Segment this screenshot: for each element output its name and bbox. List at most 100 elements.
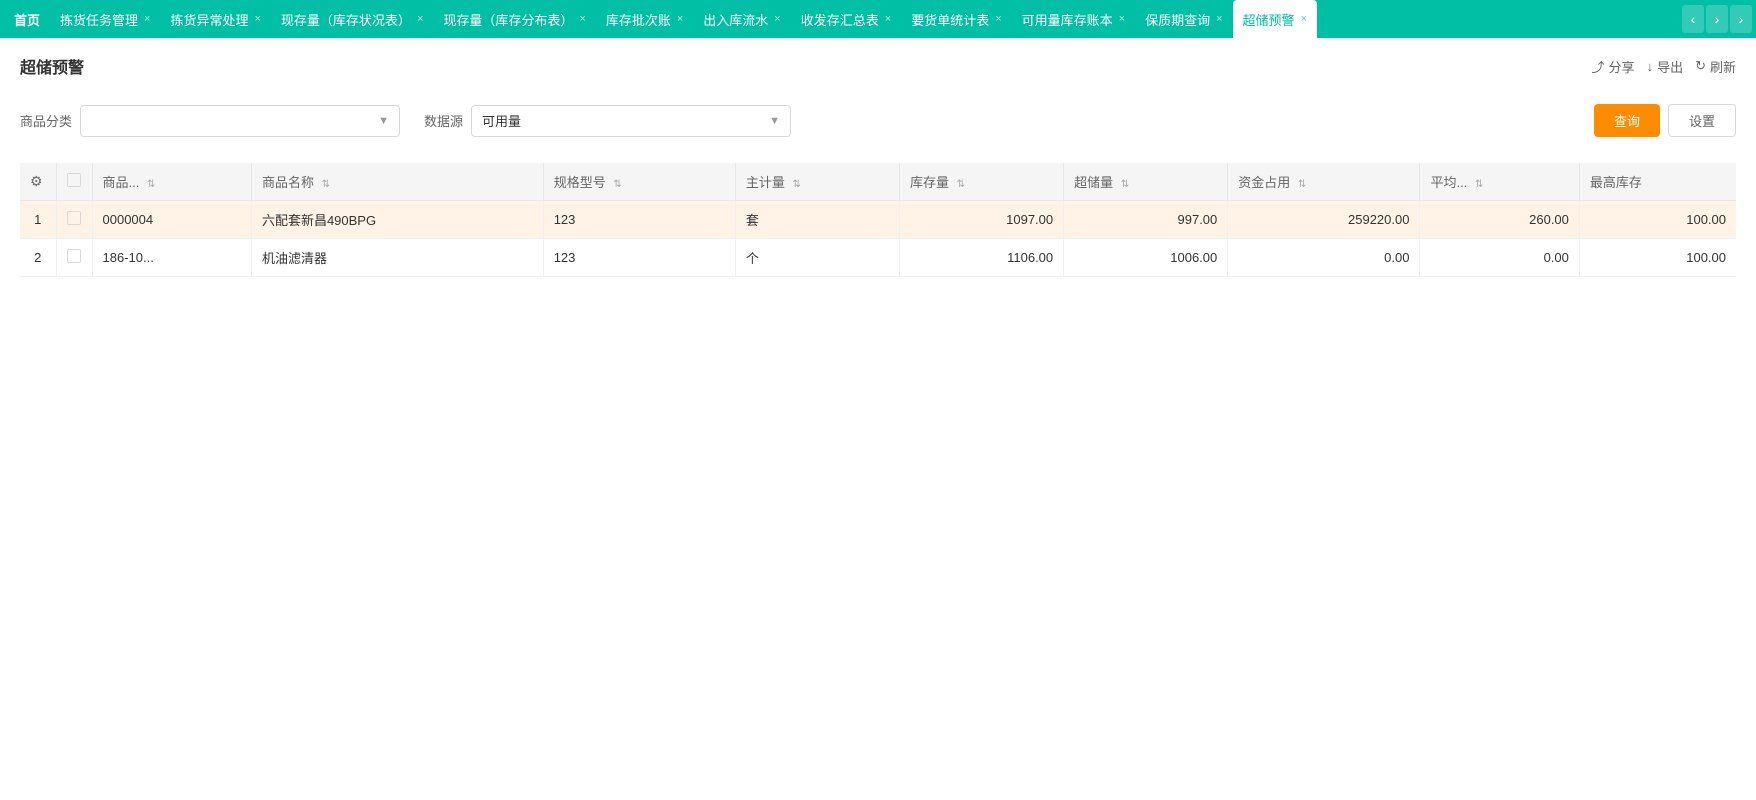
nav-tab-home[interactable]: 首页 <box>4 0 50 38</box>
th-stock[interactable]: 库存量 ⇅ <box>900 163 1064 201</box>
nav-more-arrow-btn[interactable]: › <box>1730 5 1752 33</box>
row-stock-0: 1097.00 <box>900 201 1064 239</box>
nav-tab-inout[interactable]: 出入库流水 × <box>693 0 790 38</box>
nav-tab-exception[interactable]: 拣货异常处理 × <box>160 0 270 38</box>
row-checkbox-0[interactable] <box>67 211 81 225</box>
row-max-stock-0: 100.00 <box>1579 201 1736 239</box>
close-collect-icon[interactable]: × <box>885 13 891 25</box>
th-gear: ⚙ <box>20 163 56 201</box>
nav-left-arrow-btn[interactable]: ‹ <box>1682 5 1704 33</box>
export-button[interactable]: ↓ 导出 <box>1647 57 1684 76</box>
table-row: 2 186-10... 机油滤清器 123 个 1106.00 1006.00 … <box>20 239 1736 277</box>
close-stock-status-icon[interactable]: × <box>417 13 423 25</box>
close-exception-icon[interactable]: × <box>254 13 260 25</box>
nav-tab-batch-label: 库存批次账 <box>606 10 671 29</box>
settings-button[interactable]: 设置 <box>1668 104 1736 137</box>
sort-unit-icon: ⇅ <box>793 179 801 190</box>
row-overstock-0: 997.00 <box>1064 201 1228 239</box>
th-product-name[interactable]: 商品名称 ⇅ <box>251 163 543 201</box>
nav-tab-inout-label: 出入库流水 <box>703 10 768 29</box>
export-icon: ↓ <box>1647 59 1654 74</box>
row-checkbox-cell-1 <box>56 239 92 277</box>
close-order-stat-icon[interactable]: × <box>995 13 1001 25</box>
table-row: 1 0000004 六配套新昌490BPG 123 套 1097.00 997.… <box>20 201 1736 239</box>
th-spec[interactable]: 规格型号 ⇅ <box>543 163 735 201</box>
refresh-button[interactable]: ↻ 刷新 <box>1695 57 1736 76</box>
share-button[interactable]: ⤴ 分享 <box>1592 57 1635 76</box>
export-label: 导出 <box>1657 57 1683 76</box>
row-checkbox-1[interactable] <box>67 249 81 263</box>
nav-tab-expiry[interactable]: 保质期查询 × <box>1135 0 1232 38</box>
sort-spec-icon: ⇅ <box>613 179 621 190</box>
row-checkbox-cell-0 <box>56 201 92 239</box>
close-overstock-icon[interactable]: × <box>1301 13 1307 25</box>
share-label: 分享 <box>1609 57 1635 76</box>
nav-tab-available-label: 可用量库存账本 <box>1022 10 1113 29</box>
nav-tab-task-mgmt-label: 拣货任务管理 <box>60 10 138 29</box>
top-nav: 首页 拣货任务管理 × 拣货异常处理 × 现存量（库存状况表） × 现存量（库存… <box>0 0 1756 38</box>
th-product-code[interactable]: 商品... ⇅ <box>92 163 251 201</box>
nav-tab-exception-label: 拣货异常处理 <box>170 10 248 29</box>
nav-tab-stock-dist[interactable]: 现存量（库存分布表） × <box>433 0 595 38</box>
datasource-select[interactable]: 可用量 ▼ <box>471 105 791 137</box>
nav-tab-overstock-label: 超储预警 <box>1243 10 1295 29</box>
category-filter: 商品分类 ▼ <box>20 105 400 137</box>
nav-tab-task-mgmt[interactable]: 拣货任务管理 × <box>50 0 160 38</box>
nav-tab-home-label: 首页 <box>14 10 40 29</box>
nav-tab-collect[interactable]: 收发存汇总表 × <box>791 0 901 38</box>
close-expiry-icon[interactable]: × <box>1216 13 1222 25</box>
row-capital-0: 259220.00 <box>1228 201 1420 239</box>
query-button[interactable]: 查询 <box>1594 104 1660 137</box>
nav-tab-collect-label: 收发存汇总表 <box>801 10 879 29</box>
close-stock-dist-icon[interactable]: × <box>579 13 585 25</box>
nav-tab-stock-status[interactable]: 现存量（库存状况表） × <box>271 0 433 38</box>
row-avg-0: 260.00 <box>1420 201 1579 239</box>
nav-tab-order-stat[interactable]: 要货单统计表 × <box>901 0 1011 38</box>
category-select[interactable]: ▼ <box>80 105 400 137</box>
nav-tab-overstock[interactable]: 超储预警 × <box>1233 0 1317 38</box>
nav-tab-batch[interactable]: 库存批次账 × <box>596 0 693 38</box>
th-max-stock[interactable]: 最高库存 <box>1579 163 1736 201</box>
nav-tab-order-stat-label: 要货单统计表 <box>911 10 989 29</box>
th-capital[interactable]: 资金占用 ⇅ <box>1228 163 1420 201</box>
row-num-1: 2 <box>20 239 56 277</box>
row-stock-1: 1106.00 <box>900 239 1064 277</box>
nav-tab-available[interactable]: 可用量库存账本 × <box>1012 0 1135 38</box>
row-product-name-0: 六配套新昌490BPG <box>251 201 543 239</box>
th-overstock[interactable]: 超储量 ⇅ <box>1064 163 1228 201</box>
row-capital-1: 0.00 <box>1228 239 1420 277</box>
datasource-value: 可用量 <box>482 111 521 130</box>
data-table: ⚙ 商品... ⇅ 商品名称 ⇅ 规格型号 ⇅ 主计量 <box>20 163 1736 277</box>
row-spec-0: 123 <box>543 201 735 239</box>
table-gear-icon[interactable]: ⚙ <box>30 173 43 189</box>
category-label: 商品分类 <box>20 111 72 130</box>
row-spec-1: 123 <box>543 239 735 277</box>
close-available-icon[interactable]: × <box>1119 13 1125 25</box>
category-chevron-icon: ▼ <box>378 115 389 127</box>
close-task-mgmt-icon[interactable]: × <box>144 13 150 25</box>
th-unit[interactable]: 主计量 ⇅ <box>735 163 899 201</box>
nav-arrows: ‹ › › <box>1682 5 1752 33</box>
close-inout-icon[interactable]: × <box>774 13 780 25</box>
page-header: 超储预警 ⤴ 分享 ↓ 导出 ↻ 刷新 <box>20 54 1736 78</box>
datasource-filter: 数据源 可用量 ▼ <box>424 105 791 137</box>
row-overstock-1: 1006.00 <box>1064 239 1228 277</box>
page-title: 超储预警 <box>20 54 84 78</box>
nav-tab-expiry-label: 保质期查询 <box>1145 10 1210 29</box>
sort-product-code-icon: ⇅ <box>147 179 155 190</box>
th-avg[interactable]: 平均... ⇅ <box>1420 163 1579 201</box>
row-product-code-0: 0000004 <box>92 201 251 239</box>
sort-stock-icon: ⇅ <box>957 179 965 190</box>
sort-overstock-icon: ⇅ <box>1121 179 1129 190</box>
filter-buttons: 查询 设置 <box>1594 104 1736 137</box>
row-unit-1: 个 <box>735 239 899 277</box>
filter-bar: 商品分类 ▼ 数据源 可用量 ▼ 查询 设置 <box>20 94 1736 147</box>
row-num-0: 1 <box>20 201 56 239</box>
nav-tab-stock-dist-label: 现存量（库存分布表） <box>443 10 573 29</box>
nav-right-arrow-btn[interactable]: › <box>1706 5 1728 33</box>
sort-product-name-icon: ⇅ <box>322 179 330 190</box>
refresh-icon: ↻ <box>1695 58 1706 74</box>
close-batch-icon[interactable]: × <box>677 13 683 25</box>
select-all-checkbox[interactable] <box>67 173 81 187</box>
refresh-label: 刷新 <box>1710 57 1736 76</box>
